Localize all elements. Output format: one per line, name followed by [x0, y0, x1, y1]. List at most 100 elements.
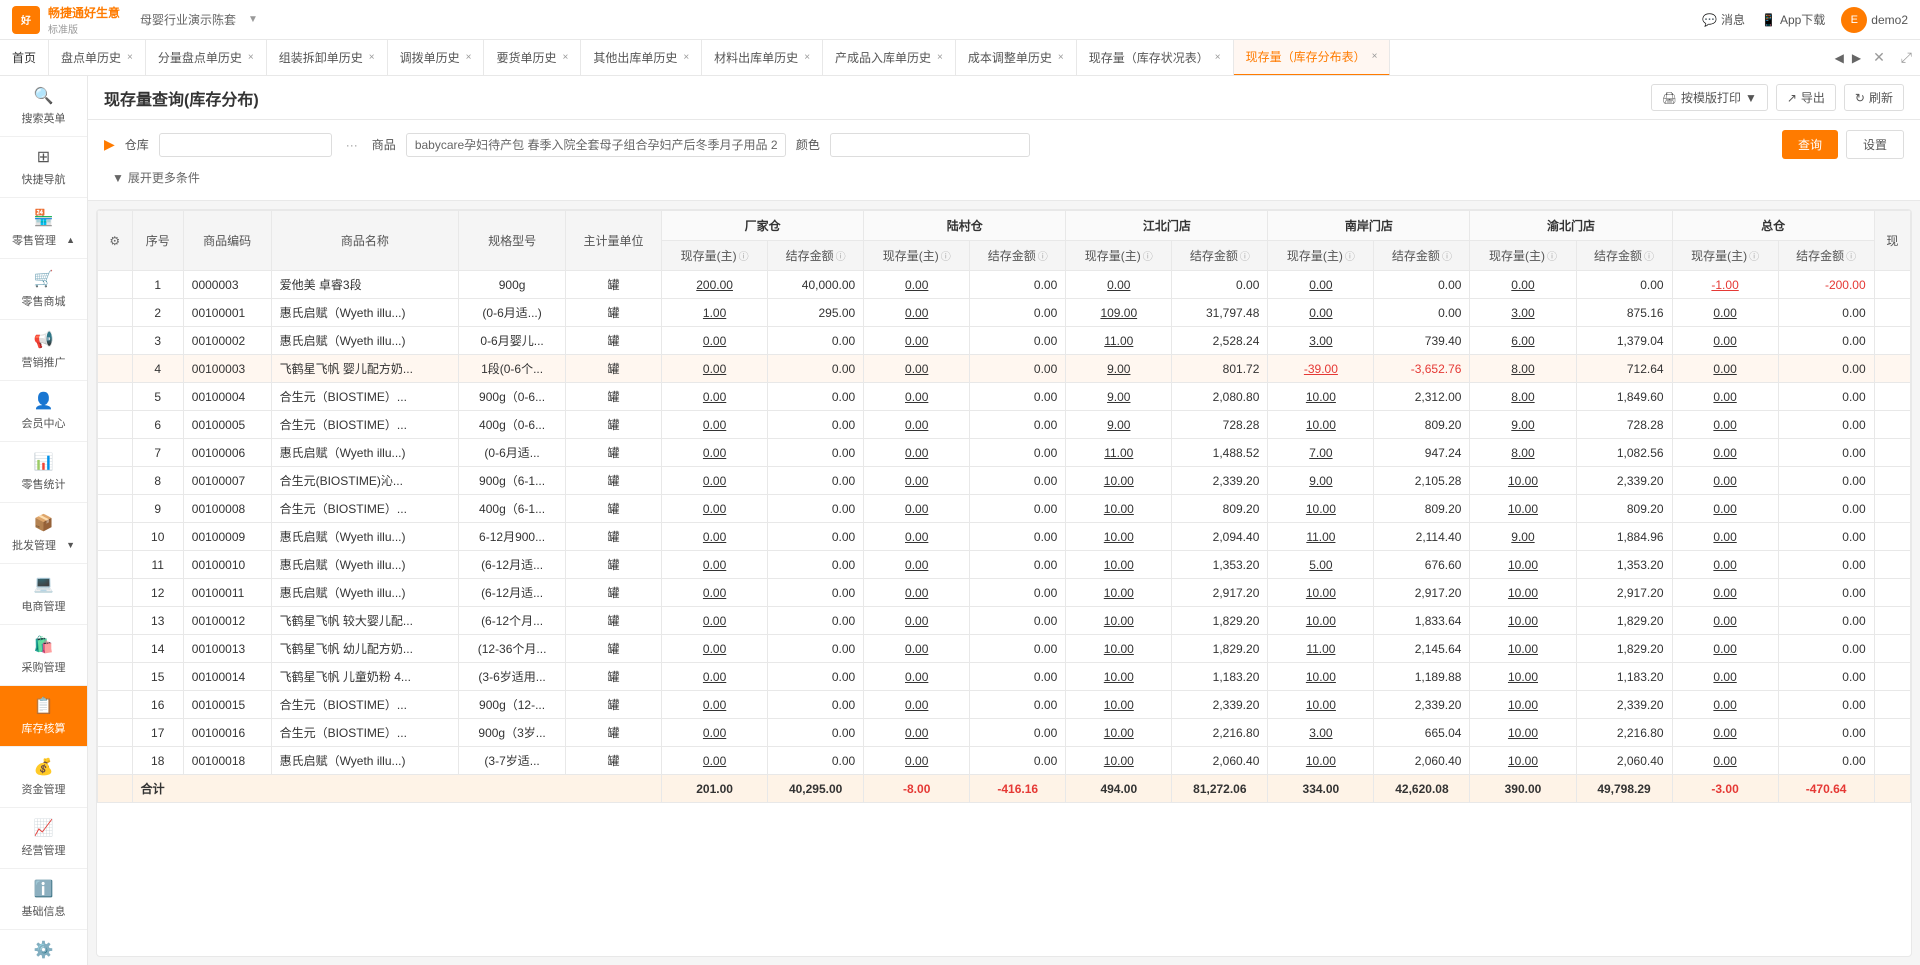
cell-yb-qty[interactable]: 10.00 [1470, 579, 1576, 607]
cell-fc-qty[interactable]: 0.00 [662, 523, 768, 551]
cell-lc-qty[interactable]: 0.00 [864, 271, 970, 299]
total-amt-info-icon[interactable]: ⓘ [1846, 248, 1856, 263]
cell-na-qty[interactable]: 10.00 [1268, 663, 1374, 691]
cell-lc-qty[interactable]: 0.00 [864, 663, 970, 691]
total-qty-info-icon[interactable]: ⓘ [1749, 248, 1759, 263]
tab-cost-adjust[interactable]: 成本调整单历史 × [956, 40, 1077, 76]
cell-na-qty[interactable]: 10.00 [1268, 691, 1374, 719]
cell-fc-qty[interactable]: 200.00 [662, 271, 768, 299]
cell-total-qty[interactable]: 0.00 [1672, 327, 1778, 355]
cell-total-qty[interactable]: 0.00 [1672, 523, 1778, 551]
tab-home[interactable]: 首页 [0, 40, 49, 76]
cell-jb-qty[interactable]: 10.00 [1066, 551, 1172, 579]
user-avatar-area[interactable]: E demo2 [1841, 7, 1908, 33]
sidebar-item-search[interactable]: 🔍 搜索英单 [0, 76, 87, 137]
na-qty-info-icon[interactable]: ⓘ [1345, 248, 1355, 263]
tab-stock-status[interactable]: 现存量（库存状况表） × [1077, 40, 1234, 76]
cell-na-qty[interactable]: 3.00 [1268, 719, 1374, 747]
cell-lc-qty[interactable]: 0.00 [864, 551, 970, 579]
cell-fc-qty[interactable]: 0.00 [662, 411, 768, 439]
cell-fc-qty[interactable]: 0.00 [662, 383, 768, 411]
lc-amt-info-icon[interactable]: ⓘ [1038, 248, 1048, 263]
cell-total-qty[interactable]: 0.00 [1672, 607, 1778, 635]
cell-jb-qty[interactable]: 10.00 [1066, 635, 1172, 663]
cell-na-qty[interactable]: 10.00 [1268, 495, 1374, 523]
expand-conditions-btn[interactable]: ▼ 展开更多条件 [104, 165, 208, 190]
cell-lc-qty[interactable]: 0.00 [864, 635, 970, 663]
tab-close-icon[interactable]: × [369, 52, 375, 63]
export-btn[interactable]: ↗ 导出 [1776, 84, 1836, 111]
cell-fc-qty[interactable]: 0.00 [662, 551, 768, 579]
cell-lc-qty[interactable]: 0.00 [864, 579, 970, 607]
yb-qty-info-icon[interactable]: ⓘ [1547, 248, 1557, 263]
cell-lc-qty[interactable]: 0.00 [864, 383, 970, 411]
cell-jb-qty[interactable]: 10.00 [1066, 523, 1172, 551]
tab-close-icon[interactable]: × [1215, 52, 1221, 63]
cell-yb-qty[interactable]: 0.00 [1470, 271, 1576, 299]
cell-total-qty[interactable]: 0.00 [1672, 439, 1778, 467]
cell-fc-qty[interactable]: 0.00 [662, 635, 768, 663]
cell-fc-qty[interactable]: 0.00 [662, 327, 768, 355]
search-btn[interactable]: 查询 [1782, 130, 1838, 159]
cell-fc-qty[interactable]: 0.00 [662, 663, 768, 691]
tab-close-icon[interactable]: × [127, 52, 133, 63]
cell-yb-qty[interactable]: 10.00 [1470, 495, 1576, 523]
tab-sub-inventory[interactable]: 分量盘点单历史 × [146, 40, 267, 76]
tab-close-icon[interactable]: × [804, 52, 810, 63]
cell-lc-qty[interactable]: 0.00 [864, 719, 970, 747]
cell-jb-qty[interactable]: 9.00 [1066, 411, 1172, 439]
cell-jb-qty[interactable]: 9.00 [1066, 383, 1172, 411]
dropdown-chevron-icon[interactable]: ▼ [248, 14, 258, 25]
cell-lc-qty[interactable]: 0.00 [864, 467, 970, 495]
cell-jb-qty[interactable]: 10.00 [1066, 747, 1172, 775]
cell-fc-qty[interactable]: 0.00 [662, 355, 768, 383]
cell-lc-qty[interactable]: 0.00 [864, 495, 970, 523]
cell-na-qty[interactable]: 10.00 [1268, 607, 1374, 635]
fc-qty-info-icon[interactable]: ⓘ [739, 248, 749, 263]
cell-fc-qty[interactable]: 0.00 [662, 439, 768, 467]
cell-yb-qty[interactable]: 10.00 [1470, 719, 1576, 747]
sidebar-item-operations[interactable]: 📈 经营管理 [0, 808, 87, 869]
cell-na-qty[interactable]: 10.00 [1268, 579, 1374, 607]
refresh-btn[interactable]: ↻ 刷新 [1844, 84, 1904, 111]
yb-amt-info-icon[interactable]: ⓘ [1644, 248, 1654, 263]
tab-stock-dist[interactable]: 现存量（库存分布表） × [1234, 40, 1391, 76]
warehouse-input[interactable] [159, 133, 332, 157]
tab-purchase-order[interactable]: 要货单历史 × [484, 40, 581, 76]
sidebar-item-wholesale[interactable]: 📦 批发管理 ▼ [0, 503, 87, 564]
color-input[interactable] [830, 133, 1030, 157]
cell-fc-qty[interactable]: 0.00 [662, 747, 768, 775]
cell-jb-qty[interactable]: 0.00 [1066, 271, 1172, 299]
sidebar-item-purchase[interactable]: 🛍️ 采购管理 [0, 625, 87, 686]
tab-close-active-icon[interactable]: × [1372, 51, 1378, 62]
th-settings[interactable]: ⚙ [98, 211, 133, 271]
cell-yb-qty[interactable]: 9.00 [1470, 523, 1576, 551]
cell-yb-qty[interactable]: 8.00 [1470, 439, 1576, 467]
cell-lc-qty[interactable]: 0.00 [864, 299, 970, 327]
cell-jb-qty[interactable]: 10.00 [1066, 607, 1172, 635]
cell-fc-qty[interactable]: 0.00 [662, 579, 768, 607]
cell-yb-qty[interactable]: 10.00 [1470, 551, 1576, 579]
setting-btn[interactable]: 设置 [1846, 130, 1904, 159]
tab-next-btn[interactable]: ▶ [1848, 51, 1865, 65]
cell-total-qty[interactable]: 0.00 [1672, 383, 1778, 411]
cell-yb-qty[interactable]: 10.00 [1470, 635, 1576, 663]
sidebar-item-member[interactable]: 👤 会员中心 [0, 381, 87, 442]
tab-inventory-count[interactable]: 盘点单历史 × [49, 40, 146, 76]
cell-jb-qty[interactable]: 10.00 [1066, 691, 1172, 719]
cell-jb-qty[interactable]: 10.00 [1066, 663, 1172, 691]
cell-total-qty[interactable]: 0.00 [1672, 467, 1778, 495]
cell-lc-qty[interactable]: 0.00 [864, 411, 970, 439]
cell-jb-qty[interactable]: 10.00 [1066, 495, 1172, 523]
cell-jb-qty[interactable]: 10.00 [1066, 579, 1172, 607]
sidebar-item-retail-stat[interactable]: 📊 零售统计 [0, 442, 87, 503]
jb-qty-info-icon[interactable]: ⓘ [1143, 248, 1153, 263]
cell-na-qty[interactable]: 10.00 [1268, 411, 1374, 439]
cell-lc-qty[interactable]: 0.00 [864, 691, 970, 719]
cell-na-qty[interactable]: 7.00 [1268, 439, 1374, 467]
tab-assemble[interactable]: 组装拆卸单历史 × [267, 40, 388, 76]
app-download-btn[interactable]: 📱 App下载 [1761, 11, 1825, 28]
cell-jb-qty[interactable]: 10.00 [1066, 719, 1172, 747]
filter-collapse-btn[interactable]: ▶ [104, 136, 115, 153]
cell-fc-qty[interactable]: 0.00 [662, 495, 768, 523]
